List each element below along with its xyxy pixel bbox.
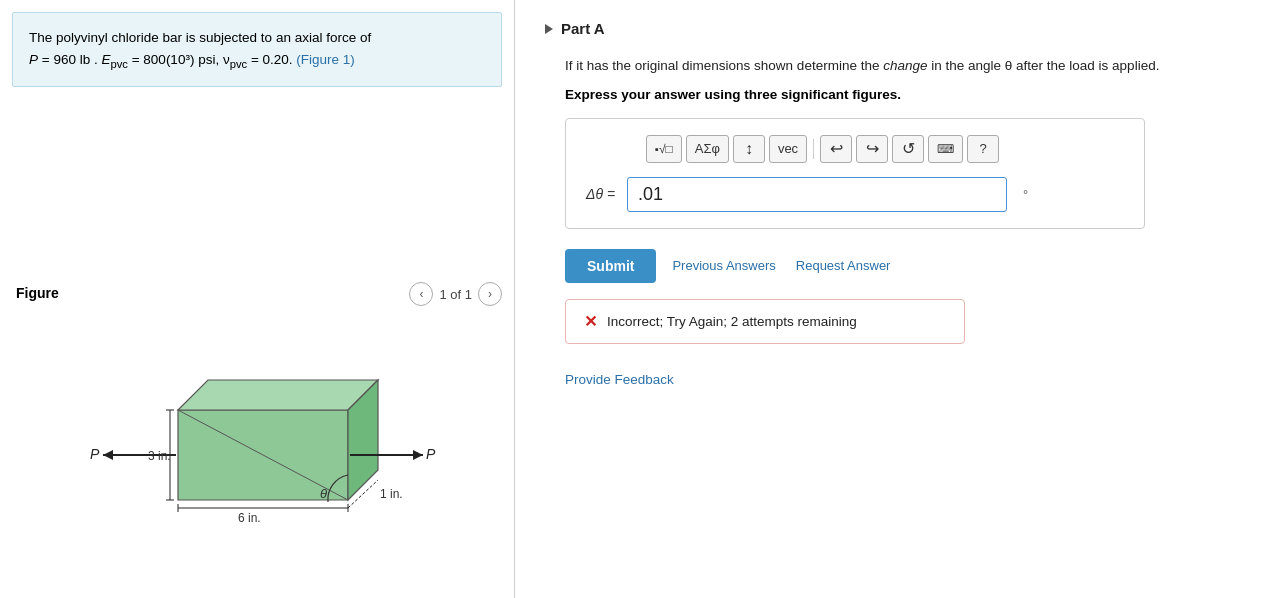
left-panel: The polyvinyl chloride bar is subjected …: [0, 0, 515, 598]
svg-text:1 in.: 1 in.: [380, 487, 403, 501]
figure-next-button[interactable]: ›: [478, 282, 502, 306]
keyboard-button[interactable]: ⌨: [928, 135, 963, 163]
svg-marker-1: [178, 380, 378, 410]
incorrect-text: Incorrect; Try Again; 2 attempts remaini…: [607, 314, 857, 329]
vec-button[interactable]: vec: [769, 135, 807, 163]
svg-text:P: P: [426, 446, 436, 462]
undo-button[interactable]: ↩: [820, 135, 852, 163]
figure-label: Figure: [16, 285, 59, 301]
math-template-button[interactable]: ▪√□: [646, 135, 682, 163]
figure-link[interactable]: (Figure 1): [296, 52, 355, 67]
greek-symbols-button[interactable]: ΑΣφ: [686, 135, 729, 163]
math-toolbar: ▪√□ ΑΣφ ↕ vec ↩ ↪ ↺ ⌨ ?: [586, 135, 1124, 163]
question-text: If it has the original dimensions shown …: [545, 55, 1250, 77]
collapse-triangle[interactable]: [545, 24, 553, 34]
request-answer-link[interactable]: Request Answer: [796, 258, 891, 273]
updown-arrows-button[interactable]: ↕: [733, 135, 765, 163]
figure-page-indicator: 1 of 1: [439, 287, 472, 302]
answer-input[interactable]: [627, 177, 1007, 212]
figure-area: θ P P 3 in. 6 in. 1 in.: [0, 330, 515, 570]
part-header: Part A: [545, 20, 1250, 37]
submit-row: Submit Previous Answers Request Answer: [545, 249, 1250, 283]
part-label: Part A: [561, 20, 605, 37]
svg-text:3 in.: 3 in.: [148, 449, 171, 463]
svg-marker-6: [103, 450, 113, 460]
problem-statement: The polyvinyl chloride bar is subjected …: [12, 12, 502, 87]
figure-prev-button[interactable]: ‹: [409, 282, 433, 306]
svg-text:6 in.: 6 in.: [238, 511, 261, 525]
degree-symbol: °: [1023, 187, 1028, 202]
problem-math: P = 960 lb . Epvc = 800(10³) psi, νpvc =…: [29, 52, 355, 67]
x-icon: ✕: [584, 312, 597, 331]
answer-input-row: Δθ = °: [586, 177, 1124, 212]
help-button[interactable]: ?: [967, 135, 999, 163]
figure-svg: θ P P 3 in. 6 in. 1 in.: [48, 350, 468, 550]
incorrect-banner: ✕ Incorrect; Try Again; 2 attempts remai…: [565, 299, 965, 344]
svg-marker-9: [413, 450, 423, 460]
svg-text:θ: θ: [320, 486, 327, 501]
answer-label: Δθ =: [586, 186, 615, 202]
answer-box: ▪√□ ΑΣφ ↕ vec ↩ ↪ ↺ ⌨ ? Δθ = °: [565, 118, 1145, 229]
refresh-button[interactable]: ↺: [892, 135, 924, 163]
right-panel: Part A If it has the original dimensions…: [515, 0, 1280, 598]
previous-answers-link[interactable]: Previous Answers: [672, 258, 775, 273]
question-bold: Express your answer using three signific…: [545, 87, 1250, 102]
toolbar-divider: [813, 139, 814, 159]
redo-button[interactable]: ↪: [856, 135, 888, 163]
svg-text:P: P: [90, 446, 100, 462]
provide-feedback-link[interactable]: Provide Feedback: [545, 372, 1250, 387]
submit-button[interactable]: Submit: [565, 249, 656, 283]
problem-line1: The polyvinyl chloride bar is subjected …: [29, 30, 371, 45]
figure-nav: ‹ 1 of 1 ›: [409, 282, 502, 306]
